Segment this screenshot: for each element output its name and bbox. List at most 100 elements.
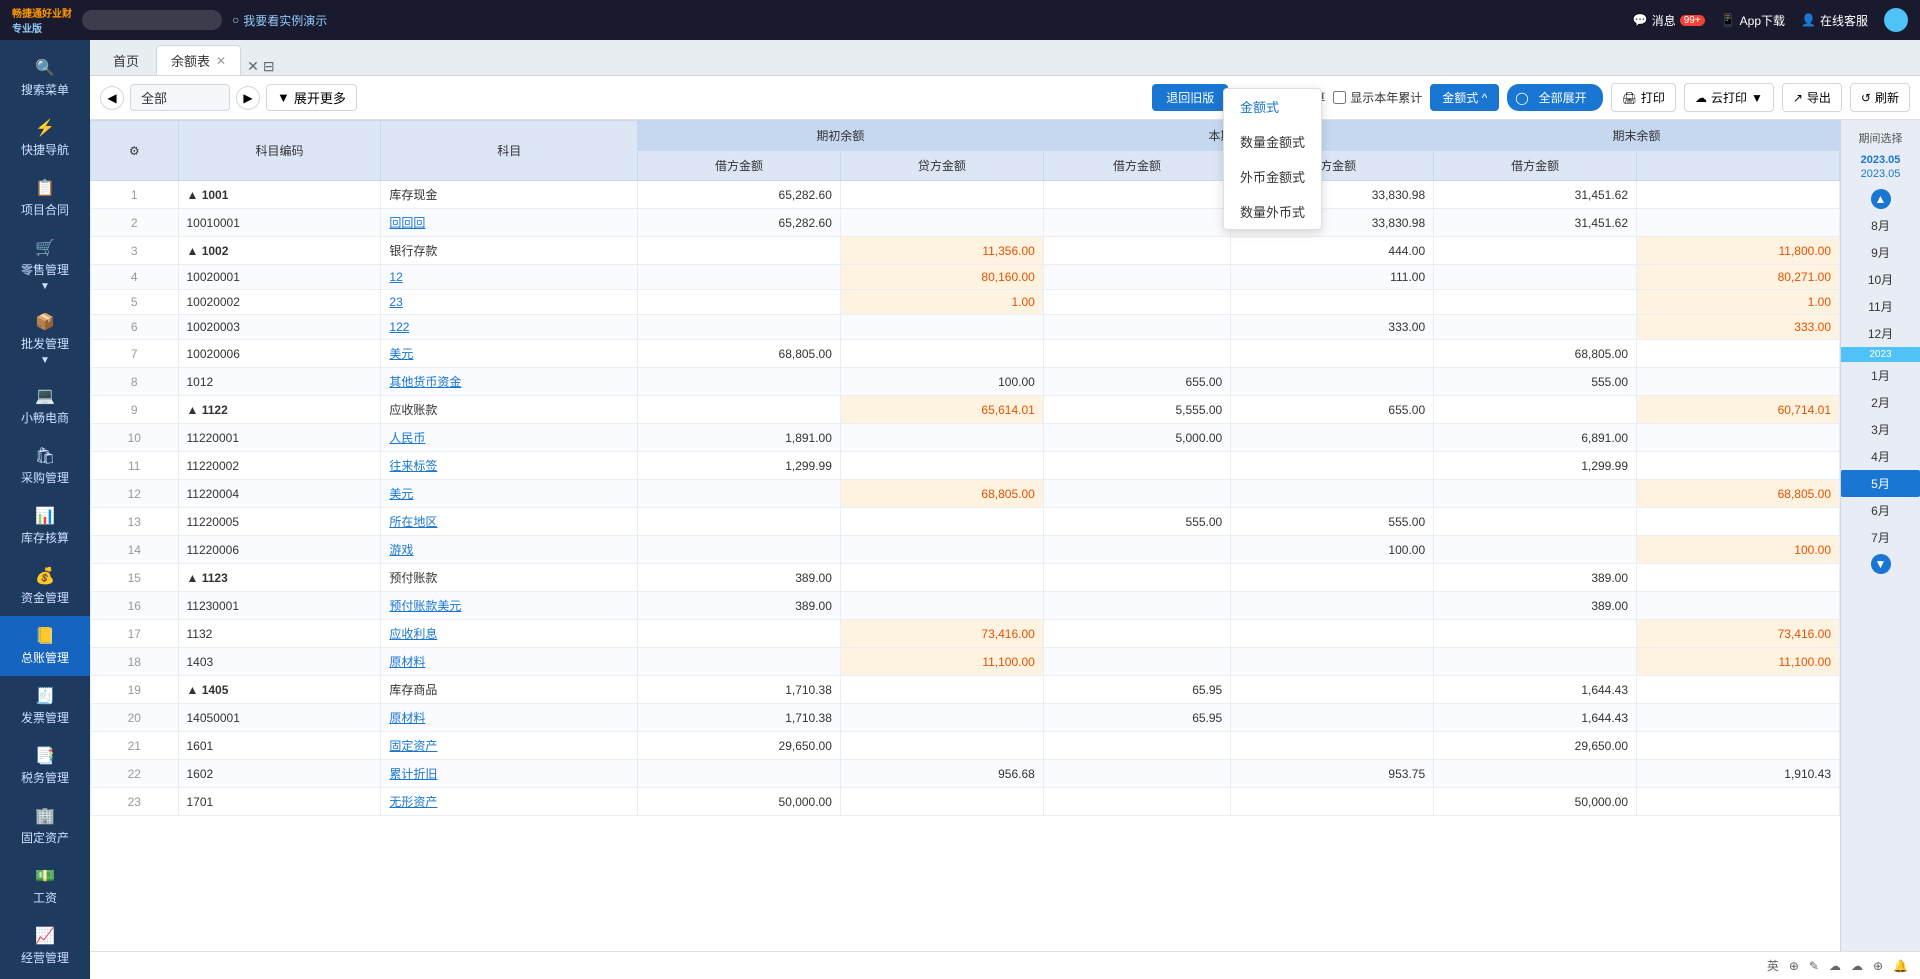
tab-home[interactable]: 首页	[98, 45, 154, 75]
tab-bar: 首页 余额表 ✕ ✕ ⊟	[90, 40, 1920, 76]
app-download-button[interactable]: 📱 App下载	[1721, 12, 1785, 29]
tab-close-icon[interactable]: ✕	[216, 54, 226, 68]
sidebar-item-management[interactable]: 📈 经营管理	[0, 916, 90, 976]
maximize-button[interactable]: ⊟	[263, 58, 275, 75]
toggle-all-button[interactable]: 全部展开	[1531, 86, 1595, 109]
row-name: 应收利息	[381, 620, 638, 648]
table-settings-header[interactable]: ⚙	[91, 121, 179, 181]
cloud-button2[interactable]: ☁	[1851, 959, 1863, 973]
sidebar-item-inventory[interactable]: 📊 库存核算	[0, 496, 90, 556]
closing-debit-cell	[1434, 237, 1637, 265]
expand-more-button[interactable]: ▼ 展开更多	[266, 84, 357, 111]
sidebar-item-wholesale[interactable]: 📦 批发管理 ▼	[0, 302, 90, 376]
current-debit-cell	[1043, 181, 1230, 209]
opening-debit-cell	[638, 508, 841, 536]
search-icon: 🔍	[35, 58, 55, 78]
month-4[interactable]: 4月	[1841, 443, 1920, 470]
sidebar-item-quick-nav[interactable]: ⚡ 快捷导航	[0, 108, 90, 168]
dropdown-item-currency-amount[interactable]: 外币金额式	[1224, 159, 1321, 194]
style-dropdown-button[interactable]: 金额式 ^	[1430, 84, 1499, 111]
sidebar-item-assets[interactable]: 🏢 固定资产	[0, 796, 90, 856]
export-button[interactable]: ↗ 导出	[1782, 83, 1842, 112]
month-1[interactable]: 1月	[1841, 362, 1920, 389]
month-8[interactable]: 8月	[1841, 212, 1920, 239]
add-button[interactable]: ⊕	[1873, 959, 1883, 973]
sidebar-item-funds[interactable]: 💰 资金管理	[0, 556, 90, 616]
payroll-icon: 💵	[35, 866, 55, 886]
closing-debit-cell	[1434, 290, 1637, 315]
row-number: 2	[91, 209, 179, 237]
current-credit-cell: 555.00	[1231, 508, 1434, 536]
sidebar-item-retail[interactable]: 🛒 零售管理 ▼	[0, 228, 90, 302]
period-up-button[interactable]: ▲	[1871, 189, 1891, 209]
month-5[interactable]: 5月	[1841, 470, 1920, 497]
nav-forward-button[interactable]: ▶	[236, 86, 260, 110]
closing-credit-cell	[1637, 508, 1840, 536]
month-11[interactable]: 11月	[1841, 293, 1920, 320]
closing-credit-cell	[1637, 788, 1840, 816]
demo-link[interactable]: ○ 我要看实例演示	[232, 12, 327, 29]
sidebar-item-tax[interactable]: 📑 税务管理	[0, 736, 90, 796]
month-10[interactable]: 10月	[1841, 266, 1920, 293]
current-debit-cell	[1043, 648, 1230, 676]
opening-credit-cell: 11,356.00	[840, 237, 1043, 265]
dropdown-item-qty-amount[interactable]: 数量金额式	[1224, 124, 1321, 159]
dropdown-item-qty-currency[interactable]: 数量外币式	[1224, 194, 1321, 229]
refresh-button[interactable]: ↺ 刷新	[1850, 83, 1910, 112]
edit-button[interactable]: ✎	[1809, 959, 1819, 973]
month-3[interactable]: 3月	[1841, 416, 1920, 443]
month-9[interactable]: 9月	[1841, 239, 1920, 266]
sidebar-item-purchase[interactable]: 🛍 采购管理	[0, 436, 90, 496]
current-debit-cell	[1043, 788, 1230, 816]
zoom-button[interactable]: ⊕	[1789, 959, 1799, 973]
cloud-button1[interactable]: ☁	[1829, 959, 1841, 973]
app-logo: 畅捷通好业财 专业版	[12, 5, 72, 35]
funds-icon: 💰	[35, 566, 55, 586]
nav-back-button[interactable]: ◀	[100, 86, 124, 110]
row-name: 原材料	[381, 648, 638, 676]
notify-button[interactable]: 🔔	[1893, 959, 1908, 973]
current-debit-cell	[1043, 209, 1230, 237]
current-debit-cell	[1043, 237, 1230, 265]
current-credit-cell	[1231, 424, 1434, 452]
year-checkbox[interactable]	[1333, 91, 1346, 104]
user-avatar[interactable]	[1884, 8, 1908, 32]
closing-debit-cell	[1434, 396, 1637, 424]
month-12[interactable]: 12月	[1841, 320, 1920, 347]
year-checkbox-label[interactable]: 显示本年累计	[1333, 89, 1422, 106]
close-button[interactable]: ✕	[247, 58, 259, 75]
cloud-print-button[interactable]: ☁ 云打印 ▼	[1684, 83, 1774, 112]
sidebar-item-payroll[interactable]: 💵 工资	[0, 856, 90, 916]
closing-credit-cell: 11,100.00	[1637, 648, 1840, 676]
sidebar-item-project[interactable]: 📋 项目合同	[0, 168, 90, 228]
opening-debit-cell	[638, 480, 841, 508]
period-down-button[interactable]: ▼	[1871, 554, 1891, 574]
month-2[interactable]: 2月	[1841, 389, 1920, 416]
closing-debit-cell	[1434, 648, 1637, 676]
print-button[interactable]: 🖨 打印	[1611, 83, 1676, 112]
lang-button[interactable]: 英	[1767, 957, 1779, 974]
table-area[interactable]: ⚙ 科目编码 科目 期初余额 本期发生额 期末余额 借方金额 贷方金额 借方金额…	[90, 120, 1840, 951]
month-7[interactable]: 7月	[1841, 524, 1920, 551]
month-6[interactable]: 6月	[1841, 497, 1920, 524]
sidebar-item-invoice[interactable]: 🧾 发票管理	[0, 676, 90, 736]
row-number: 9	[91, 396, 179, 424]
return-old-version-button[interactable]: 退回旧版	[1152, 84, 1228, 111]
tax-icon: 📑	[35, 746, 55, 766]
closing-debit-cell	[1434, 315, 1637, 340]
closing-debit-cell	[1434, 508, 1637, 536]
tab-balance[interactable]: 余额表 ✕	[156, 45, 241, 75]
opening-credit-cell: 80,160.00	[840, 265, 1043, 290]
sidebar-item-search[interactable]: 🔍 搜索菜单	[0, 48, 90, 108]
current-credit-cell: 953.75	[1231, 760, 1434, 788]
search-input[interactable]	[82, 10, 222, 30]
dropdown-item-amount[interactable]: 金额式	[1224, 89, 1321, 124]
closing-debit-cell: 389.00	[1434, 564, 1637, 592]
opening-debit-cell: 29,650.00	[638, 732, 841, 760]
quick-nav-icon: ⚡	[35, 118, 55, 138]
messages-button[interactable]: 💬 消息 99+	[1633, 12, 1705, 29]
sidebar-item-ecommerce[interactable]: 💻 小畅电商	[0, 376, 90, 436]
online-service-button[interactable]: 👤 在线客服	[1801, 12, 1868, 29]
right-panel: 期间选择 2023.05 2023.05 ▲ 8月 9月 10月 11月 12月…	[1840, 120, 1920, 951]
sidebar-item-ledger[interactable]: 📒 总账管理	[0, 616, 90, 676]
